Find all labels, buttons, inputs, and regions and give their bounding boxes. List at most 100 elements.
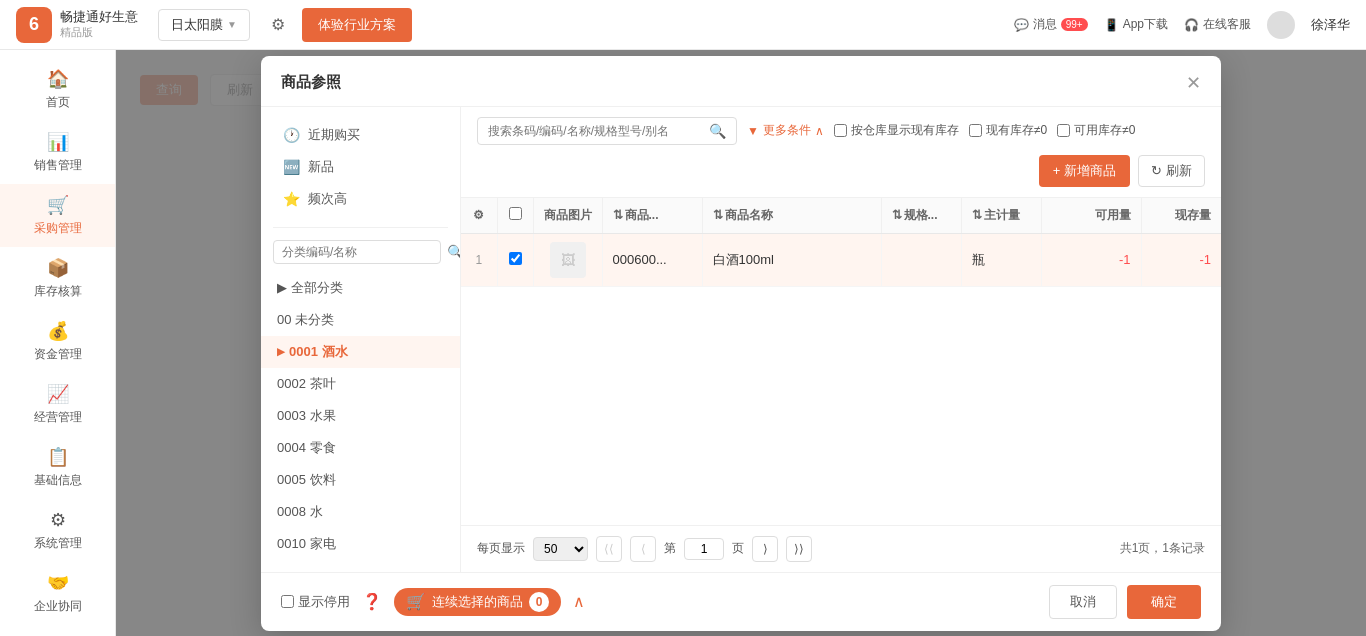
expand-icon-0001: ▶: [277, 346, 285, 357]
search-icon[interactable]: 🔍: [447, 244, 461, 260]
row-num: 1: [461, 233, 497, 286]
warehouse-filter-label: 按仓库显示现有库存: [851, 122, 959, 139]
show-disabled-filter[interactable]: 显示停用: [281, 593, 350, 611]
sidebar-item-system-label: 系统管理: [34, 535, 82, 552]
usable-filter[interactable]: 可用库存≠0: [1057, 122, 1135, 139]
dialog-right-panel: 🔍 ▼ 更多条件 ∧ 按仓库显示现有库存: [461, 107, 1221, 572]
th-product-code[interactable]: ⇅ 商品...: [602, 198, 702, 234]
app-name: 畅捷通好生意: [60, 9, 138, 26]
th-stock: 现存量: [1141, 198, 1221, 234]
product-stock-cell: -1: [1141, 233, 1221, 286]
next-page-button[interactable]: ⟩: [752, 536, 778, 562]
confirm-button[interactable]: 确定: [1127, 585, 1201, 619]
sidebar-item-inventory[interactable]: 📦 库存核算: [0, 247, 115, 310]
cancel-button[interactable]: 取消: [1049, 585, 1117, 619]
table-row[interactable]: 1 🖼 000600...: [461, 233, 1221, 286]
product-search-input[interactable]: [488, 124, 703, 138]
main-layout: 🏠 首页 📊 销售管理 🛒 采购管理 📦 库存核算 💰 资金管理 📈 经营管理 …: [0, 50, 1366, 636]
dialog-overlay: 商品参照 ✕ 🕐 近期购买 🆕 新品: [116, 50, 1366, 636]
quick-nav-recent[interactable]: 🕐 近期购买: [273, 119, 448, 151]
sidebar-item-collab[interactable]: 🤝 企业协同: [0, 562, 115, 625]
usable-checkbox[interactable]: [1057, 124, 1070, 137]
messages-nav-item[interactable]: 💬 消息 99+: [1014, 16, 1088, 33]
quick-nav-frequent-label: 频次高: [308, 190, 347, 208]
chevron-down-icon: ▼: [227, 19, 237, 30]
settings-icon[interactable]: ⚙: [262, 9, 294, 41]
warehouse-checkbox[interactable]: [834, 124, 847, 137]
product-unit: 瓶: [972, 252, 985, 267]
sidebar-item-guide[interactable]: 🌟 新手引导: [0, 625, 115, 636]
sidebar-item-operations[interactable]: 📈 经营管理: [0, 373, 115, 436]
first-page-button[interactable]: ⟨⟨: [596, 536, 622, 562]
footer-right: 取消 确定: [1049, 585, 1201, 619]
online-service-nav-item[interactable]: 🎧 在线客服: [1184, 16, 1251, 33]
nav-selector-text: 日太阳膜: [171, 16, 223, 34]
th-unit[interactable]: ⇅ 主计量: [961, 198, 1041, 234]
cart-selection[interactable]: 🛒 连续选择的商品 0: [394, 588, 561, 616]
sidebar-item-home[interactable]: 🏠 首页: [0, 58, 115, 121]
th-spec[interactable]: ⇅ 规格...: [881, 198, 961, 234]
show-disabled-checkbox[interactable]: [281, 595, 294, 608]
app-download-nav-item[interactable]: 📱 App下载: [1104, 16, 1168, 33]
frequent-icon: ⭐: [283, 191, 300, 207]
th-spec-sort: ⇅ 规格...: [892, 207, 951, 224]
available-filter[interactable]: 现有库存≠0: [969, 122, 1047, 139]
add-product-button[interactable]: + 新增商品: [1039, 155, 1130, 187]
row-checkbox[interactable]: [509, 252, 522, 265]
category-search: 🔍: [261, 232, 460, 272]
th-stock-label: 现存量: [1175, 208, 1211, 222]
category-search-input[interactable]: [273, 240, 441, 264]
category-item-0001[interactable]: ▶ 0001 酒水: [261, 336, 460, 368]
sales-icon: 📊: [47, 131, 69, 153]
category-item-0008-label: 0008 水: [277, 503, 323, 521]
purchase-icon: 🛒: [47, 194, 69, 216]
sidebar-item-system[interactable]: ⚙ 系统管理: [0, 499, 115, 562]
sidebar-item-finance[interactable]: 💰 资金管理: [0, 310, 115, 373]
expand-icon[interactable]: ∧: [573, 592, 585, 611]
product-search-box: 🔍: [477, 117, 737, 145]
expand-icon: ▶: [277, 280, 287, 295]
warehouse-filter[interactable]: 按仓库显示现有库存: [834, 122, 959, 139]
th-product-name[interactable]: ⇅ 商品名称: [702, 198, 881, 234]
page-size-select[interactable]: 50 20 100: [533, 537, 588, 561]
refresh-button[interactable]: ↻ 刷新: [1138, 155, 1205, 187]
available-checkbox[interactable]: [969, 124, 982, 137]
category-item-0003[interactable]: 0003 水果: [261, 400, 460, 432]
sidebar-item-sales[interactable]: 📊 销售管理: [0, 121, 115, 184]
row-checkbox-cell: [497, 233, 533, 286]
category-item-0010[interactable]: 0010 家电: [261, 528, 460, 560]
experience-button[interactable]: 体验行业方案: [302, 8, 412, 42]
sidebar-item-purchase[interactable]: 🛒 采购管理: [0, 184, 115, 247]
avatar: [1267, 11, 1295, 39]
quick-nav-new[interactable]: 🆕 新品: [273, 151, 448, 183]
last-page-button[interactable]: ⟩⟩: [786, 536, 812, 562]
nav-selector[interactable]: 日太阳膜 ▼: [158, 9, 250, 41]
product-available-cell: -1: [1041, 233, 1141, 286]
category-item-0005[interactable]: 0005 饮料: [261, 464, 460, 496]
sort-up-icon4: ⇅: [972, 208, 982, 222]
product-search-icon[interactable]: 🔍: [709, 123, 726, 139]
sidebar-item-basic-info[interactable]: 📋 基础信息: [0, 436, 115, 499]
logo-text-block: 畅捷通好生意 精品版: [60, 9, 138, 41]
category-item-00[interactable]: 00 未分类: [261, 304, 460, 336]
th-settings[interactable]: ⚙: [461, 198, 497, 234]
page-label-2: 页: [732, 540, 744, 557]
sidebar-item-collab-label: 企业协同: [34, 598, 82, 615]
more-conditions-toggle[interactable]: ▼ 更多条件 ∧: [747, 122, 824, 139]
product-table: ⚙ 商品图片: [461, 198, 1221, 287]
logo-area: 6 畅捷通好生意 精品版: [16, 7, 138, 43]
close-icon[interactable]: ✕: [1186, 72, 1201, 94]
category-item-0002-label: 0002 茶叶: [277, 375, 336, 393]
help-icon[interactable]: ❓: [362, 592, 382, 611]
category-item-0003-label: 0003 水果: [277, 407, 336, 425]
category-item-all[interactable]: ▶ 全部分类: [261, 272, 460, 304]
category-item-0004[interactable]: 0004 零食: [261, 432, 460, 464]
page-number-input[interactable]: [684, 538, 724, 560]
app-sub: 精品版: [60, 25, 138, 40]
sidebar-item-sales-label: 销售管理: [34, 157, 82, 174]
category-item-0002[interactable]: 0002 茶叶: [261, 368, 460, 400]
select-all-checkbox[interactable]: [509, 207, 522, 220]
category-item-0008[interactable]: 0008 水: [261, 496, 460, 528]
quick-nav-frequent[interactable]: ⭐ 频次高: [273, 183, 448, 215]
prev-page-button[interactable]: ⟨: [630, 536, 656, 562]
